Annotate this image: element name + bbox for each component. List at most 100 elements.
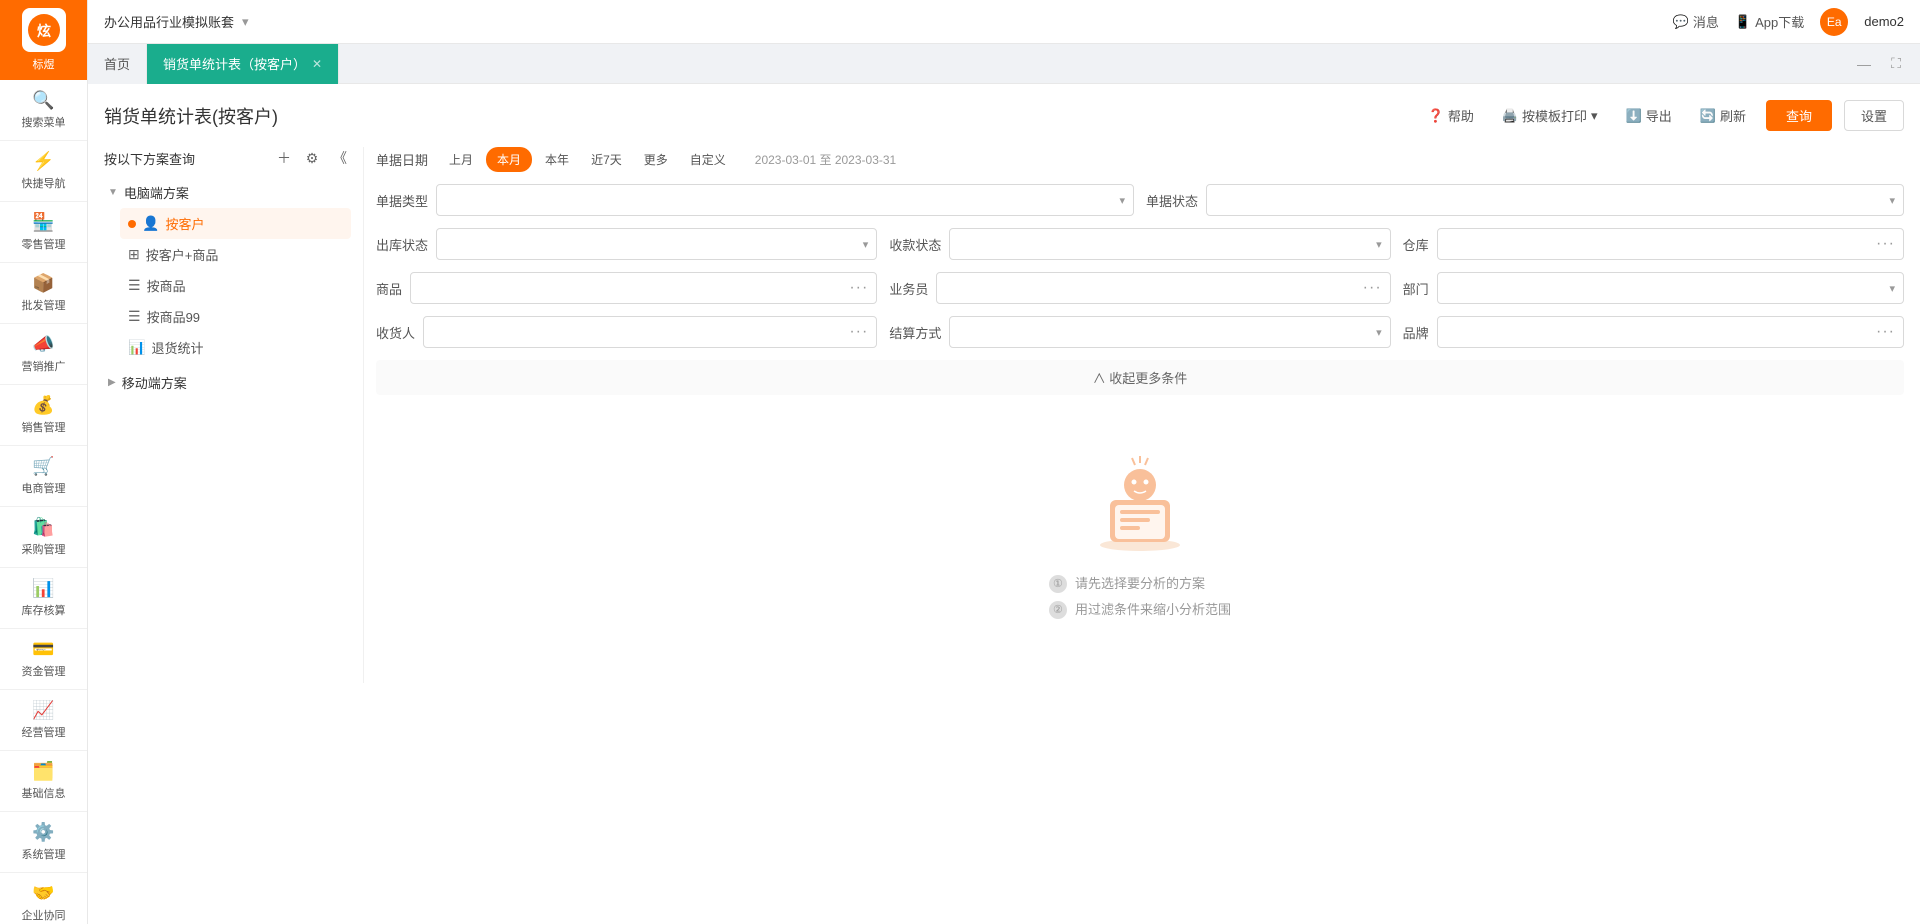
date-tab-this-month[interactable]: 本月 <box>486 147 532 172</box>
sidebar-item-system[interactable]: ⚙️ 系统管理 <box>0 812 87 873</box>
tab-actions: — ⛶ <box>1852 52 1920 76</box>
tab-maximize-button[interactable]: ⛶ <box>1884 52 1908 76</box>
scheme-list-pc: 👤 按客户 ⊞ 按客户+商品 ☰ 按商品 <box>104 208 351 363</box>
sidebar-item-marketing[interactable]: 📣 营销推广 <box>0 324 87 385</box>
date-filter-row: 单据日期 上月 本月 本年 近7天 更多 自定义 2023-03-01 至 20… <box>376 147 1904 172</box>
tab-home[interactable]: 首页 <box>88 44 147 84</box>
top-header: 办公用品行业模拟账套 ▾ 💬 消息 📱 App下载 Ea demo2 <box>88 0 1920 44</box>
brand-input[interactable]: ··· <box>1437 316 1904 348</box>
sidebar-item-search[interactable]: 🔍 搜索菜单 <box>0 80 87 141</box>
sidebar-item-shortcut[interactable]: ⚡ 快捷导航 <box>0 141 87 202</box>
filter-row-2: 出库状态 ▾ 收款状态 ▾ <box>376 228 1904 260</box>
product-input[interactable]: ··· <box>410 272 877 304</box>
doc-type-arrow-icon: ▾ <box>1119 194 1125 207</box>
message-icon: 💬 <box>1673 14 1689 30</box>
query-button[interactable]: 查询 <box>1766 100 1832 131</box>
out-status-arrow-icon: ▾ <box>863 238 869 251</box>
settlement-dropdown[interactable]: ▾ <box>949 316 1390 348</box>
refresh-icon: 🔄 <box>1700 108 1716 124</box>
settings-button[interactable]: 设置 <box>1844 100 1904 131</box>
receiver-input[interactable]: ··· <box>423 316 877 348</box>
scheme-item-return[interactable]: 📊 退货统计 <box>120 332 351 363</box>
scheme-item-product99[interactable]: ☰ 按商品99 <box>120 301 351 332</box>
warehouse-label: 仓库 <box>1403 235 1429 254</box>
scheme-item-customer-product[interactable]: ⊞ 按客户+商品 <box>120 239 351 270</box>
scheme-group-mobile-title[interactable]: ▶ 移动端方案 <box>104 367 351 398</box>
scheme-collapse-button[interactable]: 《 <box>329 147 351 169</box>
scheme-group-pc-title[interactable]: ▼ 电脑端方案 <box>104 177 351 208</box>
empty-state: ① 请先选择要分析的方案 ② 用过滤条件来缩小分析范围 <box>376 395 1904 683</box>
logo-area[interactable]: 炫 标煜 <box>0 0 87 80</box>
doc-status-dropdown[interactable]: ▾ <box>1206 184 1904 216</box>
sidebar-item-wholesale[interactable]: 📦 批发管理 <box>0 263 87 324</box>
page-container: 销货单统计表(按客户) ❓ 帮助 🖨️ 按模板打印 ▾ ⬇️ 导出 <box>88 84 1920 924</box>
customer-scheme-icon: 👤 <box>142 215 159 232</box>
warehouse-input[interactable]: ··· <box>1437 228 1904 260</box>
product-scheme-icon: ☰ <box>128 277 141 294</box>
group-collapsed-icon: ▶ <box>108 377 116 388</box>
user-name[interactable]: demo2 <box>1864 14 1904 29</box>
filter-item-product: 商品 ··· <box>376 272 877 304</box>
hint-item-1: ① 请先选择要分析的方案 <box>1049 571 1231 597</box>
header-left: 办公用品行业模拟账套 ▾ <box>104 12 249 31</box>
export-icon: ⬇️ <box>1626 108 1642 124</box>
salesperson-label: 业务员 <box>889 279 928 298</box>
layout-split: 按以下方案查询 ＋ ⚙ 《 ▼ 电脑端方案 <box>104 147 1904 683</box>
filter-row-4: 收货人 ··· 结算方式 ▾ <box>376 316 1904 348</box>
date-tab-7days[interactable]: 近7天 <box>582 147 631 172</box>
department-arrow-icon: ▾ <box>1889 282 1895 295</box>
date-filter-label: 单据日期 <box>376 150 428 169</box>
sidebar-item-operation[interactable]: 📈 经营管理 <box>0 690 87 751</box>
doc-type-dropdown[interactable]: ▾ <box>436 184 1134 216</box>
sidebar-item-enterprise[interactable]: 🤝 企业协同 <box>0 873 87 924</box>
date-tab-this-year[interactable]: 本年 <box>536 147 578 172</box>
sidebar-item-ecommerce[interactable]: 🛒 电商管理 <box>0 446 87 507</box>
receipt-status-dropdown[interactable]: ▾ <box>949 228 1390 260</box>
receipt-status-arrow-icon: ▾ <box>1376 238 1382 251</box>
date-tab-custom[interactable]: 自定义 <box>681 147 735 172</box>
date-tab-last-month[interactable]: 上月 <box>440 147 482 172</box>
app-download-button[interactable]: 📱 App下载 <box>1735 12 1804 31</box>
sidebar-item-finance[interactable]: 💳 资金管理 <box>0 629 87 690</box>
export-button[interactable]: ⬇️ 导出 <box>1618 102 1680 129</box>
message-button[interactable]: 💬 消息 <box>1673 12 1719 31</box>
salesperson-input[interactable]: ··· <box>936 272 1390 304</box>
date-range-display: 2023-03-01 至 2023-03-31 <box>755 151 896 168</box>
scheme-item-customer[interactable]: 👤 按客户 <box>120 208 351 239</box>
sidebar-item-sales[interactable]: 💰 销售管理 <box>0 385 87 446</box>
sidebar-item-inventory[interactable]: 📊 库存核算 <box>0 568 87 629</box>
help-button[interactable]: ❓ 帮助 <box>1420 102 1482 129</box>
scheme-header: 按以下方案查询 ＋ ⚙ 《 <box>104 147 351 169</box>
tab-bar: 首页 销货单统计表（按客户） ✕ — ⛶ <box>88 44 1920 84</box>
main-area: 办公用品行业模拟账套 ▾ 💬 消息 📱 App下载 Ea demo2 首页 销货… <box>88 0 1920 924</box>
print-icon: 🖨️ <box>1502 108 1518 124</box>
user-avatar[interactable]: Ea <box>1820 8 1848 36</box>
out-status-dropdown[interactable]: ▾ <box>436 228 877 260</box>
filter-item-department: 部门 ▾ <box>1403 272 1904 304</box>
scheme-item-product[interactable]: ☰ 按商品 <box>120 270 351 301</box>
filter-row-1: 单据类型 ▾ 单据状态 ▾ <box>376 184 1904 216</box>
tab-minimize-button[interactable]: — <box>1852 52 1876 76</box>
filter-row-3: 商品 ··· 业务员 ··· <box>376 272 1904 304</box>
marketing-icon: 📣 <box>32 334 54 355</box>
scheme-actions: ＋ ⚙ 《 <box>273 147 351 169</box>
inventory-icon: 📊 <box>32 578 54 599</box>
customer-product-scheme-icon: ⊞ <box>128 246 140 263</box>
page-title: 销货单统计表(按客户) <box>104 103 278 129</box>
scheme-settings-button[interactable]: ⚙ <box>301 147 323 169</box>
sidebar-item-retail[interactable]: 🏪 零售管理 <box>0 202 87 263</box>
template-print-button[interactable]: 🖨️ 按模板打印 ▾ <box>1494 102 1606 129</box>
scheme-add-button[interactable]: ＋ <box>273 147 295 169</box>
sidebar-item-purchase[interactable]: 🛍️ 采购管理 <box>0 507 87 568</box>
date-tab-more[interactable]: 更多 <box>635 147 677 172</box>
sidebar-item-basic[interactable]: 🗂️ 基础信息 <box>0 751 87 812</box>
tab-sales-stats[interactable]: 销货单统计表（按客户） ✕ <box>147 44 339 84</box>
refresh-button[interactable]: 🔄 刷新 <box>1692 102 1754 129</box>
header-dropdown-icon[interactable]: ▾ <box>242 14 249 30</box>
sidebar: 炫 标煜 🔍 搜索菜单 ⚡ 快捷导航 🏪 零售管理 📦 批发管理 📣 营销推广 … <box>0 0 88 924</box>
collapse-conditions-button[interactable]: ∧ 收起更多条件 <box>376 360 1904 395</box>
tab-close-icon[interactable]: ✕ <box>312 57 322 71</box>
content-area: 销货单统计表(按客户) ❓ 帮助 🖨️ 按模板打印 ▾ ⬇️ 导出 <box>88 84 1920 924</box>
department-dropdown[interactable]: ▾ <box>1437 272 1904 304</box>
doc-type-label: 单据类型 <box>376 191 428 210</box>
